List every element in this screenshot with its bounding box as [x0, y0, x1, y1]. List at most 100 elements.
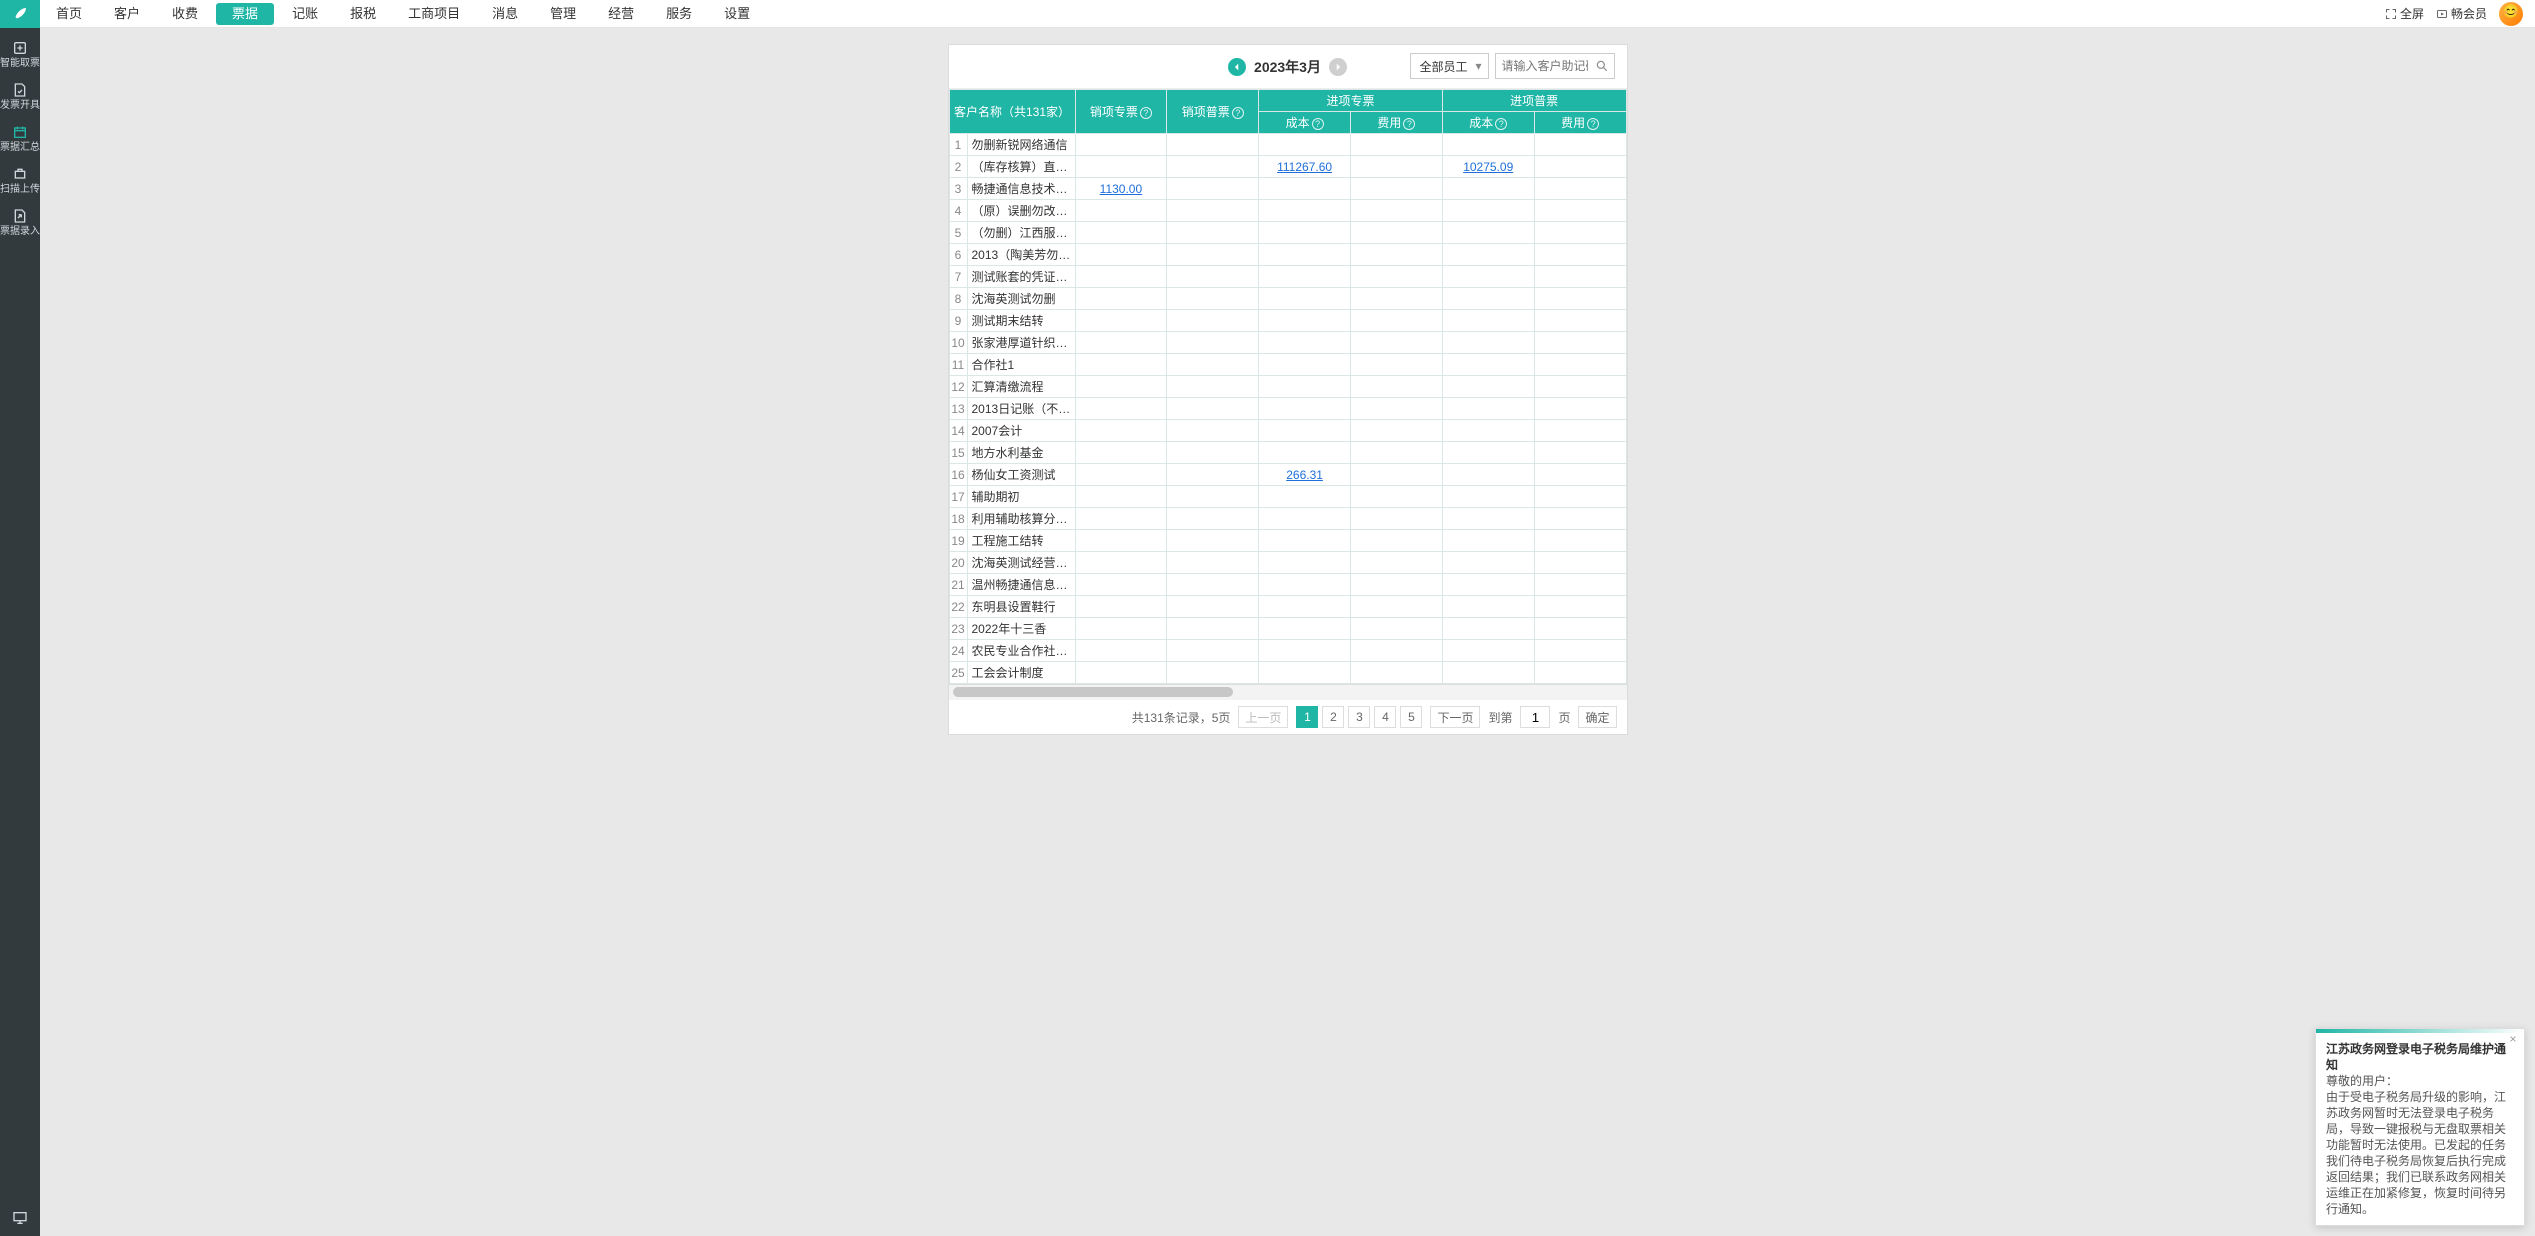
table-row[interactable]: 21温州畅捷通信息服务有限… [949, 574, 1626, 596]
help-icon[interactable]: ? [1403, 118, 1415, 130]
value-link[interactable]: 266.31 [1286, 468, 1323, 482]
help-icon[interactable]: ? [1587, 118, 1599, 130]
table-row[interactable]: 25工会会计制度 [949, 662, 1626, 684]
prev-month-button[interactable] [1228, 58, 1246, 76]
sidebar-item-2[interactable]: 票据汇总 [0, 118, 40, 160]
pager-next[interactable]: 下一页 [1430, 706, 1480, 728]
table-row[interactable]: 20沈海英测试经营勿删 [949, 552, 1626, 574]
next-month-button[interactable] [1329, 58, 1347, 76]
table-row[interactable]: 3畅捷通信息技术股份有限公…1130.00 [949, 178, 1626, 200]
scrollbar-thumb[interactable] [953, 687, 1233, 697]
main-area: 2023年3月 全部员工 [40, 28, 2535, 1236]
table-row[interactable]: 7测试账套的凭证打印的时候… [949, 266, 1626, 288]
chevron-right-icon [1333, 62, 1343, 72]
topnav-item-2[interactable]: 收费 [156, 0, 214, 28]
pager-page-2[interactable]: 2 [1322, 706, 1344, 728]
table-row[interactable]: 16杨仙女工资测试266.31 [949, 464, 1626, 486]
toast-body-text: 由于受电子税务局升级的影响，江苏政务网暂时无法登录电子税务局，导致一键报税与无盘… [2326, 1089, 2514, 1217]
th-jxzp-fee: 费用? [1350, 112, 1442, 134]
topnav-item-10[interactable]: 服务 [650, 0, 708, 28]
value-link[interactable]: 111267.60 [1277, 160, 1332, 174]
search-icon [1595, 59, 1609, 73]
th-jxpp-fee: 费用? [1534, 112, 1626, 134]
top-right: 全屏 畅会员 [2385, 2, 2535, 26]
pager-page-1[interactable]: 1 [1296, 706, 1318, 728]
sidebar: 智能取票发票开具票据汇总扫描上传票据录入 [0, 28, 40, 1236]
table-row[interactable]: 19工程施工结转 [949, 530, 1626, 552]
pager-pages: 12345 [1296, 706, 1422, 728]
table-row[interactable]: 18利用辅助核算分析每种商… [949, 508, 1626, 530]
table-row[interactable]: 4（原）误删勿改李艳芬测试账… [949, 200, 1626, 222]
table-row[interactable]: 8沈海英测试勿删 [949, 288, 1626, 310]
employee-select-value: 全部员工 [1419, 58, 1467, 75]
pager-confirm[interactable]: 确定 [1578, 706, 1616, 728]
pager-prev[interactable]: 上一页 [1238, 706, 1288, 728]
topnav-item-11[interactable]: 设置 [708, 0, 766, 28]
topnav-item-4[interactable]: 记账 [276, 0, 334, 28]
help-icon[interactable]: ? [1312, 118, 1324, 130]
toast-close-button[interactable]: × [2506, 1033, 2520, 1047]
pager-goto-input[interactable] [1520, 706, 1550, 728]
toast-greeting: 尊敬的用户： [2326, 1073, 2514, 1089]
sidebar-icon-0 [12, 40, 28, 56]
app-logo[interactable] [0, 0, 40, 28]
topnav-item-3[interactable]: 票据 [216, 3, 274, 25]
panel-header: 2023年3月 全部员工 [949, 45, 1627, 89]
pager-page-3[interactable]: 3 [1348, 706, 1370, 728]
member-button[interactable]: 畅会员 [2436, 5, 2487, 22]
sidebar-item-1[interactable]: 发票开具 [0, 76, 40, 118]
table-row[interactable]: 232022年十三香 [949, 618, 1626, 640]
avatar-button[interactable] [2499, 2, 2523, 26]
help-icon[interactable]: ? [1232, 107, 1244, 119]
table-row[interactable]: 15地方水利基金 [949, 442, 1626, 464]
th-jxzp: 进项专票 [1259, 90, 1443, 112]
search-button[interactable] [1589, 53, 1615, 79]
topnav-item-9[interactable]: 经营 [592, 0, 650, 28]
topnav-item-1[interactable]: 客户 [98, 0, 156, 28]
help-icon[interactable]: ? [1495, 118, 1507, 130]
sidebar-bottom-button[interactable] [0, 1204, 40, 1236]
help-icon[interactable]: ? [1140, 107, 1152, 119]
sidebar-item-4[interactable]: 票据录入 [0, 202, 40, 244]
table-row[interactable]: 9测试期末结转 [949, 310, 1626, 332]
topnav-item-8[interactable]: 管理 [534, 0, 592, 28]
table-row[interactable]: 2（库存核算）直播畅捷通信…111267.6010275.09 [949, 156, 1626, 178]
value-link[interactable]: 1130.00 [1100, 182, 1143, 196]
table-row[interactable]: 5（勿删）江西服宝-LSS [949, 222, 1626, 244]
table-row[interactable]: 12汇算清缴流程 [949, 376, 1626, 398]
chevron-left-icon [1232, 62, 1242, 72]
pager-page-5[interactable]: 5 [1400, 706, 1422, 728]
panel-filters: 全部员工 [1410, 53, 1614, 79]
th-jxpp-cost: 成本? [1442, 112, 1534, 134]
th-xxpp: 销项普票? [1167, 90, 1259, 134]
topnav-item-5[interactable]: 报税 [334, 0, 392, 28]
table-row[interactable]: 142007会计 [949, 420, 1626, 442]
pager-page-4[interactable]: 4 [1374, 706, 1396, 728]
value-link[interactable]: 10275.09 [1463, 160, 1513, 174]
table-row[interactable]: 11合作社1 [949, 354, 1626, 376]
table-row[interactable]: 17辅助期初 [949, 486, 1626, 508]
table-row[interactable]: 22东明县设置鞋行 [949, 596, 1626, 618]
pager-goto-suffix: 页 [1558, 709, 1570, 726]
pager-goto-prefix: 到第 [1488, 709, 1512, 726]
horizontal-scrollbar[interactable] [949, 684, 1627, 700]
member-label: 畅会员 [2451, 5, 2487, 22]
table-row[interactable]: 132013日记账（不要删除哈… [949, 398, 1626, 420]
sidebar-label: 票据录入 [0, 226, 40, 238]
table-row[interactable]: 62013（陶美芳勿删） [949, 244, 1626, 266]
table-row[interactable]: 24农民专业合作社会计制度 [949, 640, 1626, 662]
table-row[interactable]: 10张家港厚道针织品有限公… [949, 332, 1626, 354]
topnav-item-6[interactable]: 工商项目 [392, 0, 476, 28]
table-row[interactable]: 1勿删新锐网络通信 [949, 134, 1626, 156]
sidebar-icon-1 [12, 82, 28, 98]
fullscreen-button[interactable]: 全屏 [2385, 5, 2424, 22]
employee-select[interactable]: 全部员工 [1410, 53, 1488, 79]
topnav-item-0[interactable]: 首页 [40, 0, 98, 28]
sidebar-label: 扫描上传 [0, 184, 40, 196]
sidebar-item-3[interactable]: 扫描上传 [0, 160, 40, 202]
topnav-item-7[interactable]: 消息 [476, 0, 534, 28]
monitor-icon [12, 1210, 28, 1226]
sidebar-item-0[interactable]: 智能取票 [0, 34, 40, 76]
fullscreen-label: 全屏 [2400, 5, 2424, 22]
sidebar-icon-3 [12, 166, 28, 182]
